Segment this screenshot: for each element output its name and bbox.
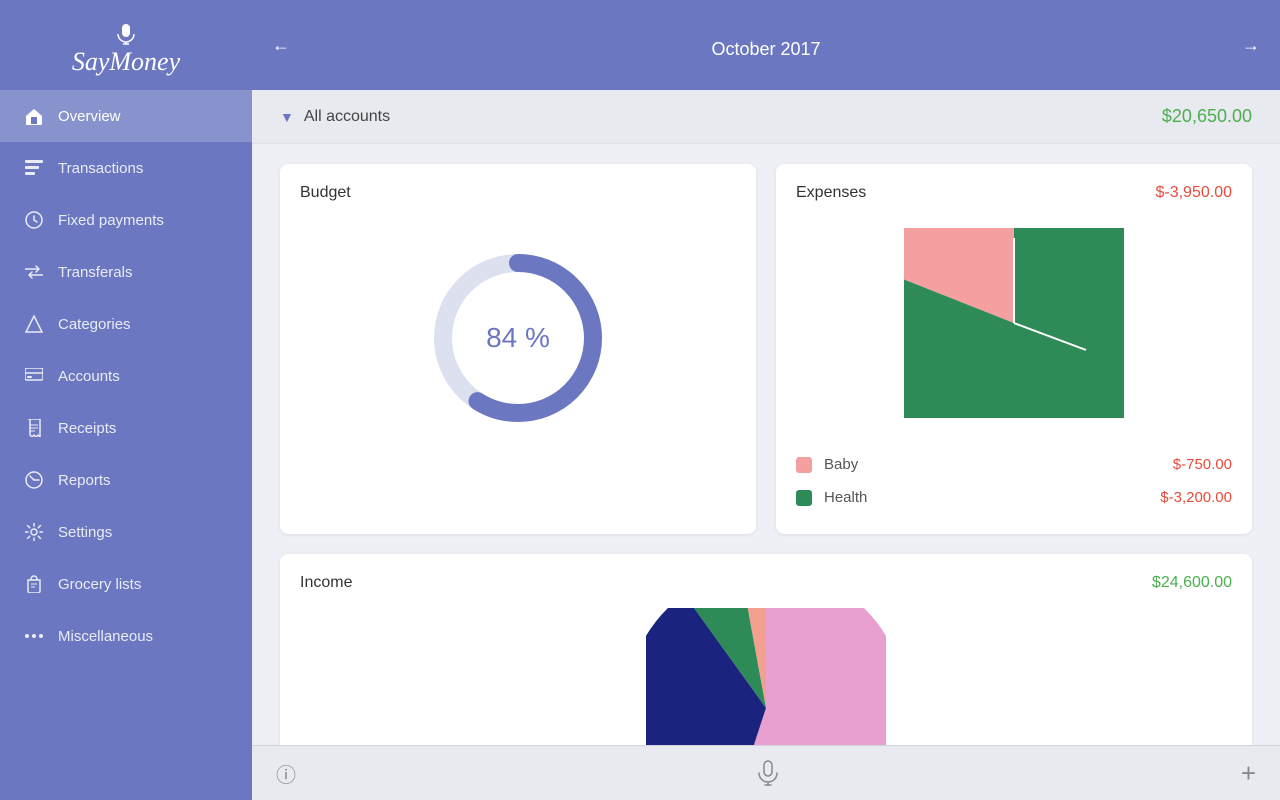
sidebar: SayMoney Overview Transactions xyxy=(0,0,252,800)
prev-month-button[interactable]: ← xyxy=(272,35,290,56)
budget-title: Budget xyxy=(300,184,351,202)
header: ← October 2017 → xyxy=(252,0,1280,90)
sidebar-label-transferals: Transferals xyxy=(58,264,132,281)
budget-percent: 84 % xyxy=(486,322,550,354)
expenses-pie-chart xyxy=(796,218,1232,428)
sidebar-label-fixed-payments: Fixed payments xyxy=(58,212,164,229)
sidebar-label-categories: Categories xyxy=(58,316,131,333)
sidebar-item-transferals[interactable]: Transferals xyxy=(0,246,252,298)
sidebar-item-categories[interactable]: Categories xyxy=(0,298,252,350)
health-label: Health xyxy=(824,489,867,506)
sidebar-nav: Overview Transactions Fixed payments xyxy=(0,90,252,800)
accounts-bar: ▼ All accounts $20,650.00 xyxy=(252,90,1280,144)
sidebar-label-transactions: Transactions xyxy=(58,160,143,177)
income-card-header: Income $24,600.00 xyxy=(300,574,1232,592)
current-month: October 2017 xyxy=(711,39,820,60)
chevron-down-icon[interactable]: ▼ xyxy=(280,109,294,125)
expenses-card-header: Expenses $-3,950.00 xyxy=(796,184,1232,202)
accounts-left: ▼ All accounts xyxy=(280,108,390,126)
cards-grid: Budget 84 % xyxy=(252,144,1280,554)
budget-card: Budget 84 % xyxy=(280,164,756,534)
sidebar-item-overview[interactable]: Overview xyxy=(0,90,252,142)
grocery-lists-icon xyxy=(24,574,44,594)
settings-icon xyxy=(24,522,44,542)
receipts-icon xyxy=(24,418,44,438)
sidebar-item-fixed-payments[interactable]: Fixed payments xyxy=(0,194,252,246)
add-button[interactable]: + xyxy=(1241,760,1256,786)
sidebar-item-reports[interactable]: Reports xyxy=(0,454,252,506)
accounts-total: $20,650.00 xyxy=(1162,106,1252,127)
baby-color-dot xyxy=(796,457,812,473)
health-color-dot xyxy=(796,490,812,506)
sidebar-label-accounts: Accounts xyxy=(58,368,120,385)
sidebar-item-transactions[interactable]: Transactions xyxy=(0,142,252,194)
expenses-legend: Baby $-750.00 Health $-3,200.00 xyxy=(796,448,1232,514)
donut-chart: 84 % xyxy=(418,238,618,438)
transferals-icon xyxy=(24,262,44,282)
budget-card-header: Budget xyxy=(300,184,736,202)
budget-chart: 84 % xyxy=(300,218,736,458)
home-icon xyxy=(24,106,44,126)
sidebar-item-accounts[interactable]: Accounts xyxy=(0,350,252,402)
sidebar-item-miscellaneous[interactable]: Miscellaneous xyxy=(0,610,252,662)
baby-amount: $-750.00 xyxy=(1173,456,1232,473)
app-logo: SayMoney xyxy=(0,0,252,90)
mic-logo-icon xyxy=(117,23,135,45)
sidebar-label-overview: Overview xyxy=(58,108,121,125)
income-title: Income xyxy=(300,574,352,592)
sidebar-label-receipts: Receipts xyxy=(58,420,116,437)
expenses-total: $-3,950.00 xyxy=(1155,184,1232,202)
app-name: SayMoney xyxy=(72,47,180,77)
sidebar-label-grocery-lists: Grocery lists xyxy=(58,576,141,593)
income-total: $24,600.00 xyxy=(1152,574,1232,592)
mic-button[interactable] xyxy=(757,760,779,786)
next-month-button[interactable]: → xyxy=(1242,35,1260,56)
sidebar-label-reports: Reports xyxy=(58,472,111,489)
expenses-title: Expenses xyxy=(796,184,866,202)
main-content: ← October 2017 → ▼ All accounts $20,650.… xyxy=(252,0,1280,800)
miscellaneous-icon xyxy=(24,626,44,646)
sidebar-item-receipts[interactable]: Receipts xyxy=(0,402,252,454)
categories-icon xyxy=(24,314,44,334)
accounts-label: All accounts xyxy=(304,108,390,126)
expenses-card: Expenses $-3,950.00 xyxy=(776,164,1252,534)
bottom-bar: ⓘ + xyxy=(252,745,1280,800)
fixed-payments-icon xyxy=(24,210,44,230)
info-button[interactable]: ⓘ xyxy=(276,759,296,788)
transactions-icon xyxy=(24,158,44,178)
baby-label: Baby xyxy=(824,456,858,473)
content-area: Budget 84 % xyxy=(252,144,1280,800)
accounts-icon xyxy=(24,366,44,386)
sidebar-item-grocery-lists[interactable]: Grocery lists xyxy=(0,558,252,610)
legend-item-baby: Baby $-750.00 xyxy=(796,448,1232,481)
income-pie-chart xyxy=(300,608,1232,768)
legend-item-health: Health $-3,200.00 xyxy=(796,481,1232,514)
sidebar-label-settings: Settings xyxy=(58,524,112,541)
reports-icon xyxy=(24,470,44,490)
sidebar-item-settings[interactable]: Settings xyxy=(0,506,252,558)
sidebar-label-miscellaneous: Miscellaneous xyxy=(58,628,153,645)
health-amount: $-3,200.00 xyxy=(1160,489,1232,506)
